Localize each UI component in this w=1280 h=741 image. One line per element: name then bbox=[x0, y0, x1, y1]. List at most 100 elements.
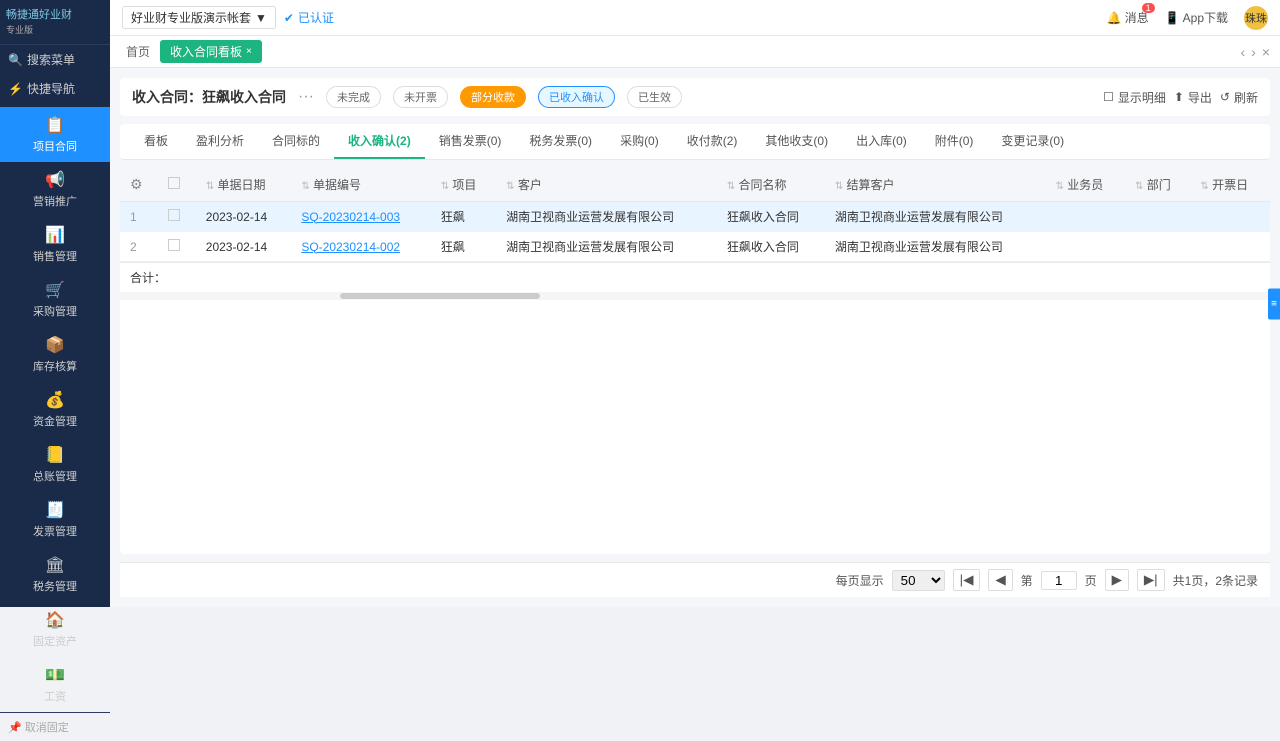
sales-icon: 📊 bbox=[45, 225, 65, 245]
sub-tabs: 看板 盈利分析 合同标的 收入确认(2) 销售发票(0) 税务发票(0) 采购(… bbox=[120, 124, 1270, 160]
tab-attachment[interactable]: 附件(0) bbox=[921, 124, 988, 159]
col-contract[interactable]: ⇅ 合同名称 bbox=[717, 168, 825, 202]
sidebar-item-purchase[interactable]: 🛒 采购管理 bbox=[0, 272, 110, 327]
search-icon: 🔍 bbox=[8, 53, 23, 67]
cell-settle-customer: 湖南卫视商业运营发展有限公司 bbox=[825, 232, 1046, 262]
next-page-button[interactable]: ▶ bbox=[1105, 569, 1129, 591]
settings-icon[interactable]: ⚙ bbox=[130, 176, 143, 192]
nav-icon: ⚡ bbox=[8, 82, 23, 96]
tab-close-button[interactable]: × bbox=[246, 46, 252, 57]
tab-board[interactable]: 看板 bbox=[130, 124, 182, 159]
sidebar-item-payroll[interactable]: 💵 工资 bbox=[0, 657, 110, 712]
col-date[interactable]: ⇅ 单据日期 bbox=[196, 168, 292, 202]
company-selector[interactable]: 好业财专业版演示帐套 ▼ bbox=[122, 6, 276, 29]
tab-other-income[interactable]: 其他收支(0) bbox=[751, 124, 842, 159]
tab-revenue-confirm[interactable]: 收入确认(2) bbox=[334, 124, 425, 159]
right-panel-toggle[interactable]: ≡ bbox=[1268, 288, 1270, 319]
app-download-button[interactable]: 📱 App下载 bbox=[1165, 9, 1228, 26]
cell-settle-customer: 湖南卫视商业运营发展有限公司 bbox=[825, 202, 1046, 232]
tab-change-log[interactable]: 变更记录(0) bbox=[987, 124, 1078, 159]
row-checkbox[interactable] bbox=[158, 202, 196, 232]
col-billno[interactable]: ⇅ 单据编号 bbox=[291, 168, 430, 202]
sidebar-item-inventory[interactable]: 📦 库存核算 bbox=[0, 327, 110, 382]
col-project[interactable]: ⇅ 项目 bbox=[431, 168, 496, 202]
status-incomplete[interactable]: 未完成 bbox=[326, 86, 381, 108]
select-all-checkbox[interactable] bbox=[168, 177, 180, 189]
data-table: ⚙ ⇅ 单据日期 ⇅ 单据编号 ⇅ 项目 ⇅ 客户 ⇅ 合同名称 ⇅ 结算客户 … bbox=[120, 168, 1270, 554]
status-effective[interactable]: 已生效 bbox=[627, 86, 682, 108]
col-customer[interactable]: ⇅ 客户 bbox=[496, 168, 717, 202]
tab-sales-invoice[interactable]: 销售发票(0) bbox=[425, 124, 516, 159]
scroll-thumb[interactable] bbox=[340, 293, 540, 299]
sidebar-logo: 畅捷通好业财 专业版 bbox=[0, 0, 110, 45]
logo-text: 畅捷通好业财 bbox=[6, 8, 104, 23]
col-settle-customer[interactable]: ⇅ 结算客户 bbox=[825, 168, 1046, 202]
per-page-label: 每页显示 bbox=[836, 572, 884, 589]
status-uninvoiced[interactable]: 未开票 bbox=[393, 86, 448, 108]
tab-tax-invoice[interactable]: 税务发票(0) bbox=[515, 124, 606, 159]
page-content: 收入合同：狂飙收入合同 ··· 未完成 未开票 部分收款 已收入确认 已生效 ☐… bbox=[110, 68, 1280, 607]
sidebar-item-ledger[interactable]: 📒 总账管理 bbox=[0, 437, 110, 492]
tab-profit[interactable]: 盈利分析 bbox=[182, 124, 258, 159]
export-button[interactable]: ⬆ 导出 bbox=[1174, 89, 1212, 106]
tab-inout-warehouse[interactable]: 出入库(0) bbox=[842, 124, 921, 159]
horizontal-scrollbar[interactable] bbox=[120, 292, 1270, 300]
sidebar-item-tax[interactable]: 🏛 税务管理 bbox=[0, 547, 110, 602]
sidebar-item-quick-nav[interactable]: ⚡ 快捷导航 bbox=[0, 74, 110, 103]
status-confirmed[interactable]: 已收入确认 bbox=[538, 86, 615, 108]
prev-page-button[interactable]: ◀ bbox=[988, 569, 1012, 591]
export-icon: ⬆ bbox=[1174, 90, 1184, 104]
sidebar-item-sales[interactable]: 📊 销售管理 bbox=[0, 217, 110, 272]
bell-icon: 🔔 bbox=[1107, 11, 1122, 25]
sidebar-item-project-contract[interactable]: 📋 项目合同 bbox=[0, 107, 110, 162]
show-detail-checkbox[interactable]: ☐ 显示明细 bbox=[1103, 89, 1166, 106]
home-tab[interactable]: 首页 bbox=[120, 39, 156, 64]
marketing-icon: 📢 bbox=[45, 170, 65, 190]
cell-invoice-date bbox=[1190, 202, 1270, 232]
col-salesperson[interactable]: ⇅ 业务员 bbox=[1046, 168, 1126, 202]
sidebar-item-marketing[interactable]: 📢 营销推广 bbox=[0, 162, 110, 217]
per-page-select[interactable]: 50 100 200 bbox=[892, 570, 945, 591]
col-dept[interactable]: ⇅ 部门 bbox=[1125, 168, 1190, 202]
contract-icon: 📋 bbox=[45, 115, 65, 135]
logo-sub: 专业版 bbox=[6, 23, 104, 36]
table-row[interactable]: 1 2023-02-14 SQ-20230214-003 狂飙 湖南卫视商业运营… bbox=[120, 202, 1270, 232]
contract-title: 收入合同：狂飙收入合同 bbox=[132, 87, 286, 107]
cell-billno[interactable]: SQ-20230214-003 bbox=[291, 202, 430, 232]
select-all-th[interactable] bbox=[158, 168, 196, 202]
sidebar: 畅捷通好业财 专业版 🔍 搜索菜单 ⚡ 快捷导航 📋 项目合同 📢 营销推广 📊… bbox=[0, 0, 110, 607]
dropdown-icon: ▼ bbox=[255, 11, 267, 25]
cell-billno[interactable]: SQ-20230214-002 bbox=[291, 232, 430, 262]
phone-icon: 📱 bbox=[1165, 11, 1180, 25]
sidebar-item-funds[interactable]: 💰 资金管理 bbox=[0, 382, 110, 437]
last-page-button[interactable]: ▶| bbox=[1137, 569, 1165, 591]
page-input[interactable] bbox=[1041, 571, 1077, 590]
cell-customer: 湖南卫视商业运营发展有限公司 bbox=[496, 202, 717, 232]
tab-label: 收入合同看板 bbox=[170, 43, 242, 60]
col-invoice-date[interactable]: ⇅ 开票日 bbox=[1190, 168, 1270, 202]
row-checkbox[interactable] bbox=[158, 232, 196, 262]
sidebar-item-fixed-assets[interactable]: 🏠 固定资产 bbox=[0, 602, 110, 657]
active-tab[interactable]: 收入合同看板 × bbox=[160, 40, 262, 63]
refresh-button[interactable]: ↺ 刷新 bbox=[1220, 89, 1258, 106]
tab-next-button[interactable]: › bbox=[1251, 44, 1256, 60]
tab-payment[interactable]: 收付款(2) bbox=[673, 124, 752, 159]
sidebar-item-invoice-mgmt[interactable]: 🧾 发票管理 bbox=[0, 492, 110, 547]
total-label: 合计： bbox=[130, 269, 166, 286]
first-page-button[interactable]: |◀ bbox=[953, 569, 981, 591]
tab-purchase[interactable]: 采购(0) bbox=[606, 124, 673, 159]
tab-contract-subject[interactable]: 合同标的 bbox=[258, 124, 334, 159]
tab-close-all-button[interactable]: × bbox=[1262, 44, 1270, 60]
invoice-mgmt-icon: 🧾 bbox=[45, 500, 65, 520]
tab-prev-button[interactable]: ‹ bbox=[1240, 44, 1245, 60]
sidebar-pin-toggle[interactable]: 📌 取消固定 bbox=[0, 712, 110, 741]
cell-date: 2023-02-14 bbox=[196, 232, 292, 262]
user-avatar[interactable]: 珠珠 bbox=[1244, 6, 1268, 30]
settings-th[interactable]: ⚙ bbox=[120, 168, 158, 202]
table-row[interactable]: 2 2023-02-14 SQ-20230214-002 狂飙 湖南卫视商业运营… bbox=[120, 232, 1270, 262]
message-button[interactable]: 🔔 1 消息 bbox=[1107, 9, 1149, 26]
status-partial[interactable]: 部分收款 bbox=[460, 86, 526, 108]
more-options-button[interactable]: ··· bbox=[298, 88, 314, 106]
tab-nav: ‹ › × bbox=[1240, 44, 1270, 60]
sidebar-item-search[interactable]: 🔍 搜索菜单 bbox=[0, 45, 110, 74]
